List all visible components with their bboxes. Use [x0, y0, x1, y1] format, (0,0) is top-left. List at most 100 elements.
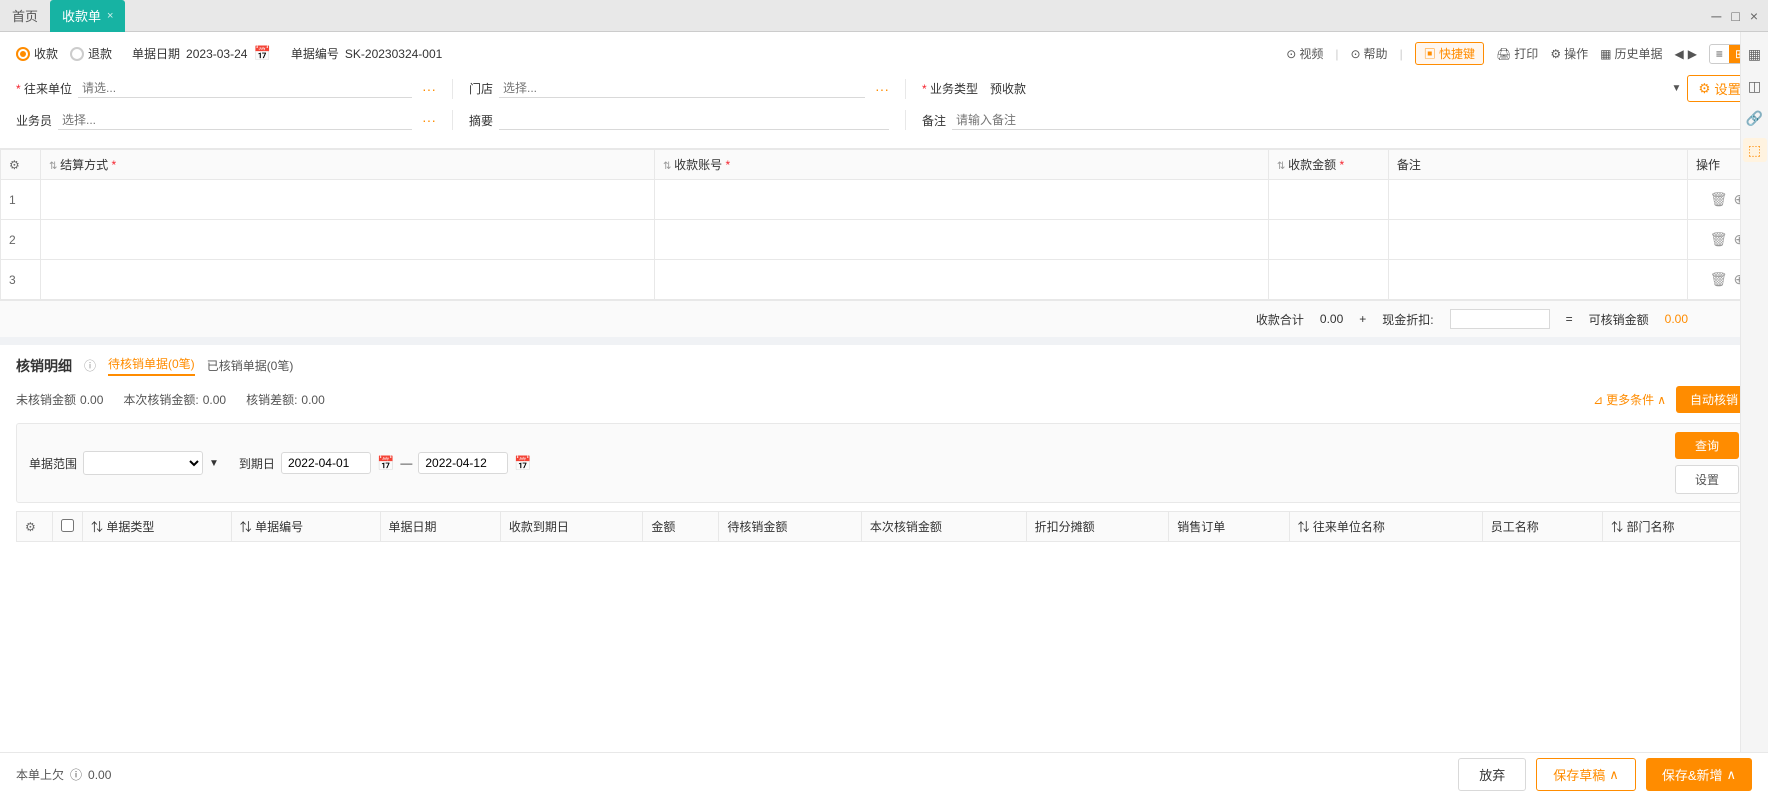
- footer-left: 本单上欠 ⓘ 0.00: [16, 766, 111, 783]
- row3-amount[interactable]: [1268, 260, 1388, 300]
- filter-date-start[interactable]: [281, 452, 371, 474]
- list-view-btn[interactable]: ≡: [1710, 45, 1729, 63]
- row2-account[interactable]: [654, 220, 1268, 260]
- bth-discount: 折扣分摊额: [1026, 512, 1169, 542]
- th-remark: 备注: [1388, 150, 1687, 180]
- radio-receipt[interactable]: 收款: [16, 45, 58, 62]
- num-field: 单据编号 SK-20230324-001: [291, 45, 442, 62]
- store-more-btn[interactable]: ···: [875, 81, 889, 97]
- more-conditions-btn[interactable]: ⊿ 更多条件 ∧: [1593, 391, 1666, 408]
- staff-more-btn[interactable]: ···: [422, 112, 436, 128]
- save-draft-btn[interactable]: 保存草稿 ∧: [1536, 758, 1636, 791]
- query-btn[interactable]: 查询: [1675, 432, 1739, 459]
- abandon-btn[interactable]: 放弃: [1458, 758, 1526, 791]
- next-arrow[interactable]: ▶: [1688, 47, 1697, 61]
- bth-dept: ⇅ 部门名称: [1603, 512, 1752, 542]
- top-row: 收款 退款 单据日期 2023-03-24 📅 单据编号 SK-20230324…: [16, 42, 1752, 65]
- row1-amount[interactable]: [1268, 180, 1388, 220]
- remark-input[interactable]: [952, 111, 1752, 130]
- date-range-dash: —: [400, 456, 412, 470]
- tab-receipt[interactable]: 收款单 ×: [50, 0, 125, 32]
- filter-icon: ⊿: [1593, 393, 1603, 407]
- store-input[interactable]: [499, 79, 865, 98]
- bth-due-date: 收款到期日: [500, 512, 643, 542]
- summary-input[interactable]: [499, 111, 889, 130]
- table-section: ⚙ ⇅ 结算方式 * ⇅ 收款账号 * ⇅ 收款金额: [0, 149, 1768, 337]
- history-btn[interactable]: ▦ 历史单据: [1600, 45, 1662, 62]
- filter-range-select[interactable]: [83, 451, 203, 475]
- row1-delete-btn[interactable]: 🗑: [1710, 191, 1728, 208]
- window-close-btn[interactable]: ×: [1750, 8, 1758, 24]
- date-start-calendar-icon[interactable]: 📅: [377, 455, 394, 472]
- save-new-arrow[interactable]: ∧: [1726, 767, 1736, 783]
- row3-account[interactable]: [654, 260, 1268, 300]
- window-min-btn[interactable]: ─: [1711, 8, 1721, 24]
- row2-amount[interactable]: [1268, 220, 1388, 260]
- date-end-calendar-icon[interactable]: 📅: [514, 455, 531, 472]
- num-value: SK-20230324-001: [345, 47, 442, 61]
- row2-remark[interactable]: [1388, 220, 1687, 260]
- date-field: 单据日期 2023-03-24 📅: [132, 45, 271, 62]
- plus-sign: +: [1359, 312, 1366, 326]
- filter-date-end[interactable]: [418, 452, 508, 474]
- row3-remark[interactable]: [1388, 260, 1687, 300]
- operation-btn[interactable]: ⚙ 操作: [1550, 45, 1588, 62]
- sidebar-icon-3[interactable]: 🔗: [1743, 106, 1767, 130]
- sum-row: 收款合计 0.00 + 现金折扣: = 可核销金额 0.00: [0, 300, 1768, 337]
- filter-range-label: 单据范围: [29, 455, 77, 472]
- row1-settlement[interactable]: [41, 180, 655, 220]
- business-type-arrow[interactable]: ▼: [1671, 83, 1681, 94]
- radio-refund[interactable]: 退款: [70, 45, 112, 62]
- tab-receipt-label: 收款单: [62, 6, 101, 25]
- sidebar-icon-1[interactable]: ▦: [1743, 42, 1767, 66]
- select-all-checkbox[interactable]: [61, 519, 74, 532]
- tab-receipt-close[interactable]: ×: [107, 10, 113, 22]
- done-tab[interactable]: 已核销单据(0笔): [207, 357, 294, 374]
- bottom-gear-icon[interactable]: ⚙: [25, 520, 36, 534]
- counterpart-input[interactable]: [78, 79, 412, 98]
- operation-label: 操作: [1564, 45, 1588, 62]
- bth-num: ⇅ 单据编号: [231, 512, 380, 542]
- diff-value: 0.00: [301, 393, 324, 407]
- sidebar-icon-4[interactable]: ⬚: [1743, 138, 1767, 162]
- tab-home-label: 首页: [12, 6, 38, 25]
- help-btn[interactable]: ⊙ 帮助: [1350, 45, 1387, 62]
- unclaimed-label: 未核销金额: [16, 391, 76, 408]
- window-max-btn[interactable]: □: [1731, 8, 1739, 24]
- calendar-icon[interactable]: 📅: [253, 45, 270, 62]
- row1-remark[interactable]: [1388, 180, 1687, 220]
- counterpart-label: 往来单位: [16, 80, 72, 97]
- row1-account[interactable]: [654, 180, 1268, 220]
- row2-delete-btn[interactable]: 🗑: [1710, 231, 1728, 248]
- business-type-label: 业务类型: [922, 80, 978, 97]
- summary-label: 摘要: [469, 112, 493, 129]
- filter-settings-btn[interactable]: 设置: [1675, 465, 1739, 494]
- staff-input[interactable]: [58, 111, 412, 130]
- hexiao-info-icon[interactable]: ⓘ: [84, 357, 96, 374]
- prev-arrow[interactable]: ◀: [1674, 47, 1683, 61]
- current-stat: 本次核销金额: 0.00: [123, 391, 226, 408]
- print-btn[interactable]: 🖨 打印: [1496, 45, 1538, 62]
- tab-home[interactable]: 首页: [0, 0, 50, 32]
- row2-settlement[interactable]: [41, 220, 655, 260]
- filter-range-arrow[interactable]: ▼: [209, 458, 219, 469]
- shortcut-btn[interactable]: ▣ 快捷键: [1415, 42, 1484, 65]
- store-label: 门店: [469, 80, 493, 97]
- bth-staff: 员工名称: [1482, 512, 1602, 542]
- save-draft-arrow[interactable]: ∧: [1609, 767, 1619, 783]
- bill-info-icon[interactable]: ⓘ: [70, 766, 82, 783]
- save-new-btn[interactable]: 保存&新增 ∧: [1646, 758, 1752, 791]
- filter-row: 单据范围 ▼ 到期日 📅 — 📅 查询 设置: [16, 423, 1752, 503]
- bth-type: ⇅ 单据类型: [83, 512, 232, 542]
- stats-right: ⊿ 更多条件 ∧ 自动核销: [1593, 386, 1752, 413]
- bth-date: 单据日期: [380, 512, 500, 542]
- date-value[interactable]: 2023-03-24: [186, 47, 247, 61]
- discount-input[interactable]: [1450, 309, 1550, 329]
- row3-delete-btn[interactable]: 🗑: [1710, 271, 1728, 288]
- counterpart-more-btn[interactable]: ···: [422, 81, 436, 97]
- table-gear-icon[interactable]: ⚙: [9, 158, 20, 172]
- row3-settlement[interactable]: [41, 260, 655, 300]
- sidebar-icon-2[interactable]: ◫: [1743, 74, 1767, 98]
- pending-tab[interactable]: 待核销单据(0笔): [108, 355, 195, 376]
- video-btn[interactable]: ⊙ 视频: [1286, 45, 1323, 62]
